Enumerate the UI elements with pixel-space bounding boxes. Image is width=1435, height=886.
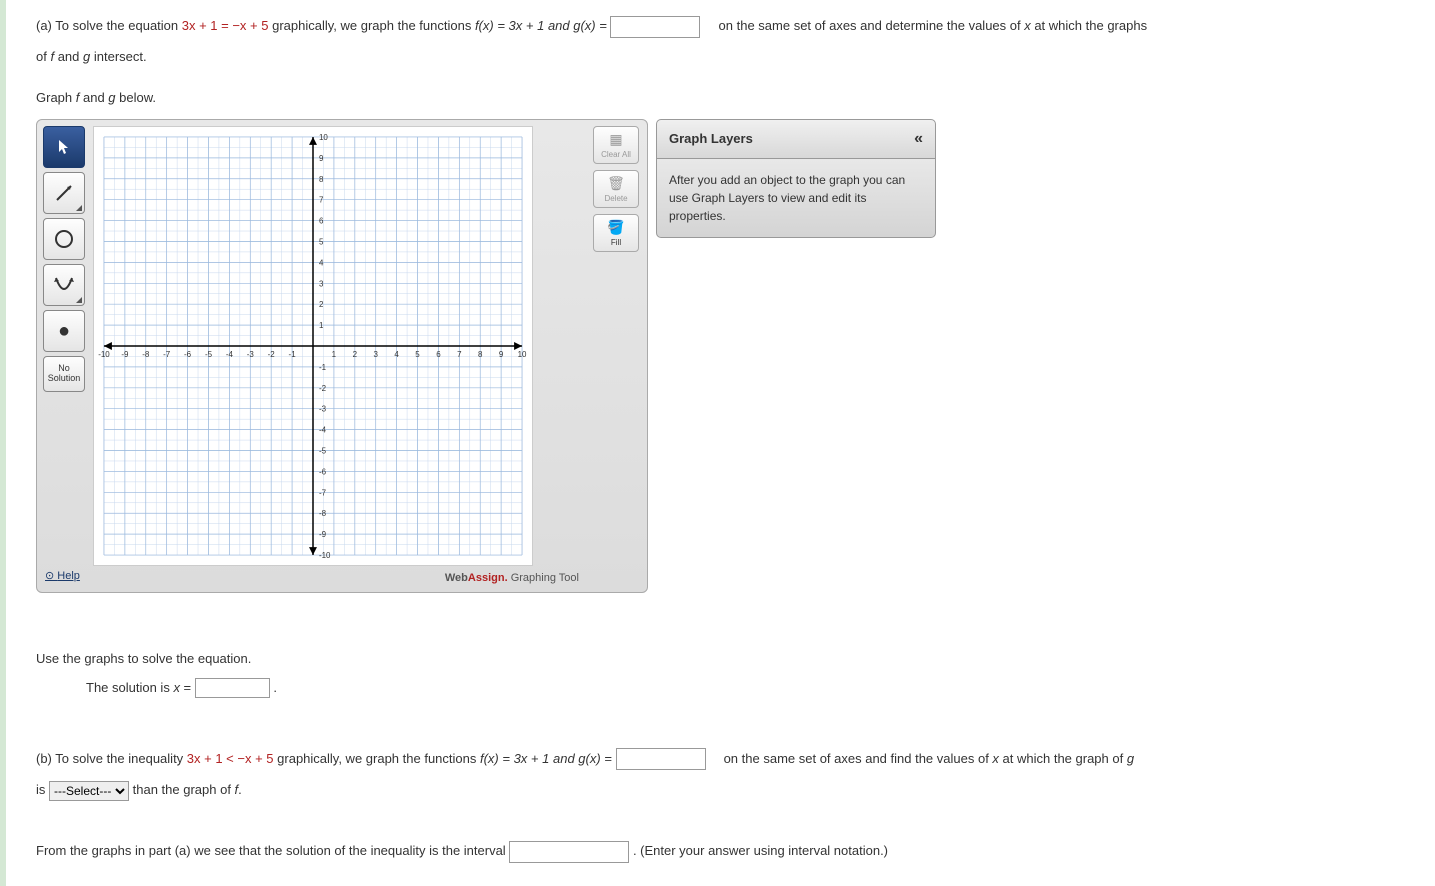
side-buttons: ▦ Clear All 🗑 Delete 🪣 Fill (593, 126, 641, 586)
inequality-b: 3x + 1 < −x + 5 (187, 751, 274, 766)
svg-text:2: 2 (319, 300, 324, 309)
trash-icon: 🗑 (607, 175, 625, 192)
svg-text:-5: -5 (205, 350, 213, 359)
no-solution-tool[interactable]: No Solution (43, 356, 85, 392)
fill-button[interactable]: 🪣 Fill (593, 214, 639, 252)
svg-text:8: 8 (478, 350, 483, 359)
svg-text:-3: -3 (247, 350, 255, 359)
part-b-line1: (b) To solve the inequality 3x + 1 < −x … (36, 743, 1415, 774)
svg-text:-7: -7 (163, 350, 171, 359)
svg-text:10: 10 (518, 350, 527, 359)
clear-all-button[interactable]: ▦ Clear All (593, 126, 639, 164)
svg-text:-8: -8 (142, 350, 150, 359)
svg-text:-4: -4 (319, 425, 327, 434)
svg-text:-2: -2 (319, 383, 327, 392)
expand-icon (76, 297, 82, 303)
svg-text:10: 10 (319, 133, 328, 142)
svg-text:9: 9 (499, 350, 504, 359)
svg-text:-6: -6 (319, 467, 327, 476)
equation-a: 3x + 1 = −x + 5 (182, 18, 269, 33)
svg-text:7: 7 (319, 195, 324, 204)
svg-text:9: 9 (319, 153, 324, 162)
svg-text:-8: -8 (319, 509, 327, 518)
svg-text:4: 4 (319, 258, 324, 267)
line-tool[interactable] (43, 172, 85, 214)
expand-icon (76, 205, 82, 211)
svg-text:-10: -10 (98, 350, 110, 359)
svg-text:-9: -9 (319, 530, 327, 539)
svg-text:1: 1 (319, 321, 324, 330)
svg-text:-4: -4 (226, 350, 234, 359)
svg-text:-6: -6 (184, 350, 192, 359)
interval-input[interactable] (509, 841, 629, 863)
svg-text:-5: -5 (319, 446, 327, 455)
grid-icon: ▦ (609, 131, 622, 148)
gx-input-b[interactable] (616, 748, 706, 770)
svg-text:6: 6 (436, 350, 441, 359)
parabola-tool[interactable] (43, 264, 85, 306)
svg-text:3: 3 (319, 279, 324, 288)
svg-text:3: 3 (373, 350, 378, 359)
fill-icon: 🪣 (607, 219, 624, 236)
svg-text:5: 5 (319, 237, 324, 246)
part-a-line1: (a) To solve the equation 3x + 1 = −x + … (36, 10, 1415, 41)
graph-area: ● No Solution Help -10-9-8-7-6-5-4-3-2-1… (36, 119, 1415, 593)
relation-select[interactable]: ---Select--- (49, 781, 129, 801)
graph-layers-panel: Graph Layers « After you add an object t… (656, 119, 936, 238)
svg-text:-2: -2 (268, 350, 276, 359)
layers-title: Graph Layers (669, 131, 753, 146)
collapse-layers-button[interactable]: « (914, 130, 923, 148)
svg-text:-9: -9 (121, 350, 129, 359)
svg-text:8: 8 (319, 174, 324, 183)
solution-x-input[interactable] (195, 678, 270, 698)
svg-text:-1: -1 (319, 362, 327, 371)
svg-text:6: 6 (319, 216, 324, 225)
graph-canvas[interactable]: -10 -9 -8 -7 -6 -5 -4 -3 -2 -1 1 2 3 4 5 6 7 8 9 10 -10 -9 -8 -… (93, 126, 533, 566)
svg-text:7: 7 (457, 350, 462, 359)
svg-text:1: 1 (332, 350, 337, 359)
circle-tool[interactable] (43, 218, 85, 260)
svg-text:2: 2 (353, 350, 358, 359)
help-link[interactable]: Help (43, 565, 87, 586)
svg-text:-1: -1 (289, 350, 297, 359)
svg-text:5: 5 (415, 350, 420, 359)
svg-text:4: 4 (394, 350, 399, 359)
delete-button[interactable]: 🗑 Delete (593, 170, 639, 208)
layers-body: After you add an object to the graph you… (656, 159, 936, 238)
point-tool[interactable]: ● (43, 310, 85, 352)
solve-eq-line1: Use the graphs to solve the equation. (36, 651, 1415, 666)
pointer-tool[interactable] (43, 126, 85, 168)
graph-widget: ● No Solution Help -10-9-8-7-6-5-4-3-2-1… (36, 119, 648, 593)
tool-toolbar: ● No Solution Help (43, 126, 87, 586)
graph-footer: WebAssign. Graphing Tool (93, 566, 587, 586)
svg-text:-3: -3 (319, 404, 327, 413)
svg-text:-10: -10 (319, 551, 331, 560)
svg-text:-7: -7 (319, 488, 327, 497)
gx-input-a[interactable] (610, 16, 700, 38)
